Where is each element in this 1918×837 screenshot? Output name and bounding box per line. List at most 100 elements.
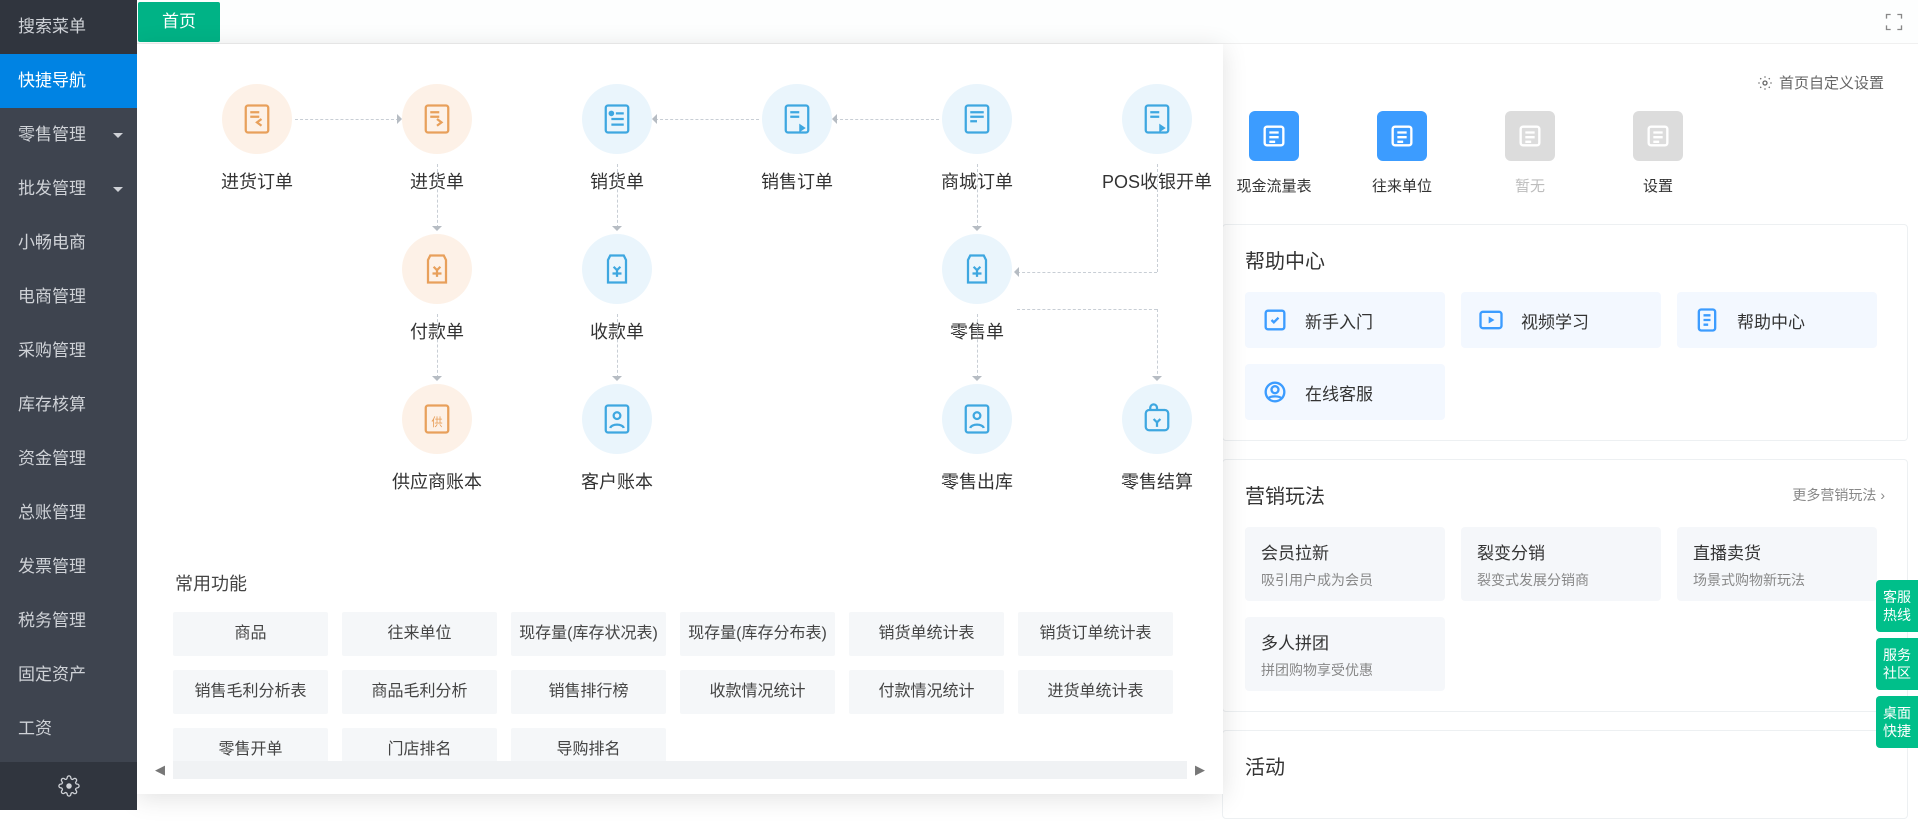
- help-grid: 新手入门 视频学习 帮助中心在线客服: [1245, 292, 1885, 420]
- shortcut-icon: [1505, 111, 1555, 161]
- sidebar-item-6[interactable]: 库存核算: [0, 378, 137, 432]
- flow-pos-open[interactable]: POS收银开单: [1067, 84, 1247, 194]
- arrow-icon: [612, 376, 622, 386]
- marketing-item-0[interactable]: 会员拉新吸引用户成为会员: [1245, 527, 1445, 601]
- help-item-label: 在线客服: [1305, 380, 1373, 405]
- sidebar-item-8[interactable]: 总账管理: [0, 486, 137, 540]
- sidebar-item-9[interactable]: 发票管理: [0, 540, 137, 594]
- flow-purchase-order[interactable]: 进货订单: [167, 84, 347, 194]
- arrow-icon: [827, 114, 837, 124]
- sidebar-item-2[interactable]: 批发管理: [0, 162, 137, 216]
- purchase-order-icon: [222, 84, 292, 154]
- arrow-icon: [397, 114, 407, 124]
- arrow-icon: [1009, 267, 1019, 277]
- flow-sales[interactable]: 销货单: [527, 84, 707, 194]
- sidebar-item-7[interactable]: 资金管理: [0, 432, 137, 486]
- chevron-down-icon: [113, 187, 123, 197]
- sidebar-item-11[interactable]: 固定资产: [0, 648, 137, 702]
- arrow-icon: [432, 376, 442, 386]
- arrow-icon: [612, 226, 622, 236]
- sidebar-item-0[interactable]: 快捷导航: [0, 54, 137, 108]
- flow-sales-order[interactable]: 销售订单: [707, 84, 887, 194]
- float-tags: 客服热线服务社区桌面快捷: [1876, 580, 1918, 754]
- marketing-more-link[interactable]: 更多营销玩法›: [1792, 485, 1885, 505]
- flow-supplier-ledger[interactable]: 供 供应商账本: [347, 384, 527, 494]
- help-item-label: 视频学习: [1521, 308, 1589, 333]
- tab-home[interactable]: 首页: [138, 2, 220, 42]
- horizontal-scrollbar[interactable]: ◀ ▶: [151, 760, 1209, 780]
- quick-nav-flyout: 进货订单 进货单 销货单 销售订单 商城订单 POS收银开单 付款单: [137, 44, 1223, 794]
- shortcut-2: 暂无: [1490, 111, 1570, 196]
- common-button-2[interactable]: 现存量(库存状况表): [511, 612, 666, 656]
- marketing-item-subtitle: 拼团购物享受优惠: [1261, 660, 1429, 680]
- float-tag-2[interactable]: 桌面快捷: [1876, 696, 1918, 748]
- marketing-card: 营销玩法 更多营销玩法› 会员拉新吸引用户成为会员裂变分销裂变式发展分销商直播卖…: [1222, 459, 1908, 712]
- flow-customer-ledger[interactable]: 客户账本: [527, 384, 707, 494]
- shortcut-label: 暂无: [1490, 175, 1570, 196]
- flow-retail-settle[interactable]: 零售结算: [1067, 384, 1247, 494]
- sidebar-item-3[interactable]: 小畅电商: [0, 216, 137, 270]
- help-item-label: 帮助中心: [1737, 308, 1805, 333]
- marketing-item-subtitle: 场景式购物新玩法: [1693, 570, 1861, 590]
- sidebar-settings-button[interactable]: [0, 762, 137, 810]
- shortcut-icon: [1633, 111, 1683, 161]
- customer-ledger-icon: [582, 384, 652, 454]
- shortcut-icon: [1377, 111, 1427, 161]
- common-button-8[interactable]: 销售排行榜: [511, 670, 666, 714]
- help-item-2[interactable]: 帮助中心: [1677, 292, 1877, 348]
- flow-mall-order[interactable]: 商城订单: [887, 84, 1067, 194]
- sidebar-item-5[interactable]: 采购管理: [0, 324, 137, 378]
- marketing-item-title: 裂变分销: [1477, 539, 1645, 564]
- common-button-9[interactable]: 收款情况统计: [680, 670, 835, 714]
- common-button-1[interactable]: 往来单位: [342, 612, 497, 656]
- sidebar-search[interactable]: 搜索菜单: [0, 0, 137, 54]
- common-button-5[interactable]: 销货订单统计表: [1018, 612, 1173, 656]
- mall-order-icon: [942, 84, 1012, 154]
- float-tag-0[interactable]: 客服热线: [1876, 580, 1918, 632]
- sidebar-item-4[interactable]: 电商管理: [0, 270, 137, 324]
- help-item-label: 新手入门: [1305, 308, 1373, 333]
- scroll-left-button[interactable]: ◀: [151, 761, 169, 779]
- flow-retail[interactable]: 零售单: [887, 234, 1067, 344]
- marketing-item-1[interactable]: 裂变分销裂变式发展分销商: [1461, 527, 1661, 601]
- common-button-6[interactable]: 销售毛利分析表: [173, 670, 328, 714]
- common-button-10[interactable]: 付款情况统计: [849, 670, 1004, 714]
- shortcut-icon: [1249, 111, 1299, 161]
- purchase-icon: [402, 84, 472, 154]
- scroll-right-button[interactable]: ▶: [1191, 761, 1209, 779]
- help-item-0[interactable]: 新手入门: [1245, 292, 1445, 348]
- sales-icon: [582, 84, 652, 154]
- common-button-11[interactable]: 进货单统计表: [1018, 670, 1173, 714]
- float-tag-1[interactable]: 服务社区: [1876, 638, 1918, 690]
- help-item-1[interactable]: 视频学习: [1461, 292, 1661, 348]
- marketing-item-3[interactable]: 多人拼团拼团购物享受优惠: [1245, 617, 1445, 691]
- chevron-right-icon: ›: [1880, 487, 1885, 503]
- flow-receipt[interactable]: 收款单: [527, 234, 707, 344]
- flow-retail-out[interactable]: 零售出库: [887, 384, 1067, 494]
- marketing-item-2[interactable]: 直播卖货场景式购物新玩法: [1677, 527, 1877, 601]
- shortcut-3[interactable]: 设置: [1618, 111, 1698, 196]
- pos-open-icon: [1122, 84, 1192, 154]
- flow-payment[interactable]: 付款单: [347, 234, 527, 344]
- scroll-track[interactable]: [173, 761, 1187, 779]
- arrow-icon: [972, 376, 982, 386]
- fullscreen-button[interactable]: [1884, 12, 1904, 32]
- marketing-item-title: 多人拼团: [1261, 629, 1429, 654]
- flow-purchase[interactable]: 进货单: [347, 84, 527, 194]
- sidebar-item-12[interactable]: 工资: [0, 702, 137, 756]
- activity-card-title: 活动: [1245, 751, 1285, 780]
- receipt-icon: [582, 234, 652, 304]
- shortcut-1[interactable]: 往来单位: [1362, 111, 1442, 196]
- common-button-4[interactable]: 销货单统计表: [849, 612, 1004, 656]
- shortcut-label: 设置: [1618, 175, 1698, 196]
- top-tabs: 首页: [137, 0, 1918, 44]
- sidebar-search-label: 搜索菜单: [18, 17, 86, 36]
- common-button-3[interactable]: 现存量(库存分布表): [680, 612, 835, 656]
- common-button-7[interactable]: 商品毛利分析: [342, 670, 497, 714]
- sidebar-item-10[interactable]: 税务管理: [0, 594, 137, 648]
- common-button-0[interactable]: 商品: [173, 612, 328, 656]
- customize-homepage-link[interactable]: 首页自定义设置: [1757, 72, 1884, 93]
- retail-settle-icon: [1122, 384, 1192, 454]
- help-item-3[interactable]: 在线客服: [1245, 364, 1445, 420]
- sidebar-item-1[interactable]: 零售管理: [0, 108, 137, 162]
